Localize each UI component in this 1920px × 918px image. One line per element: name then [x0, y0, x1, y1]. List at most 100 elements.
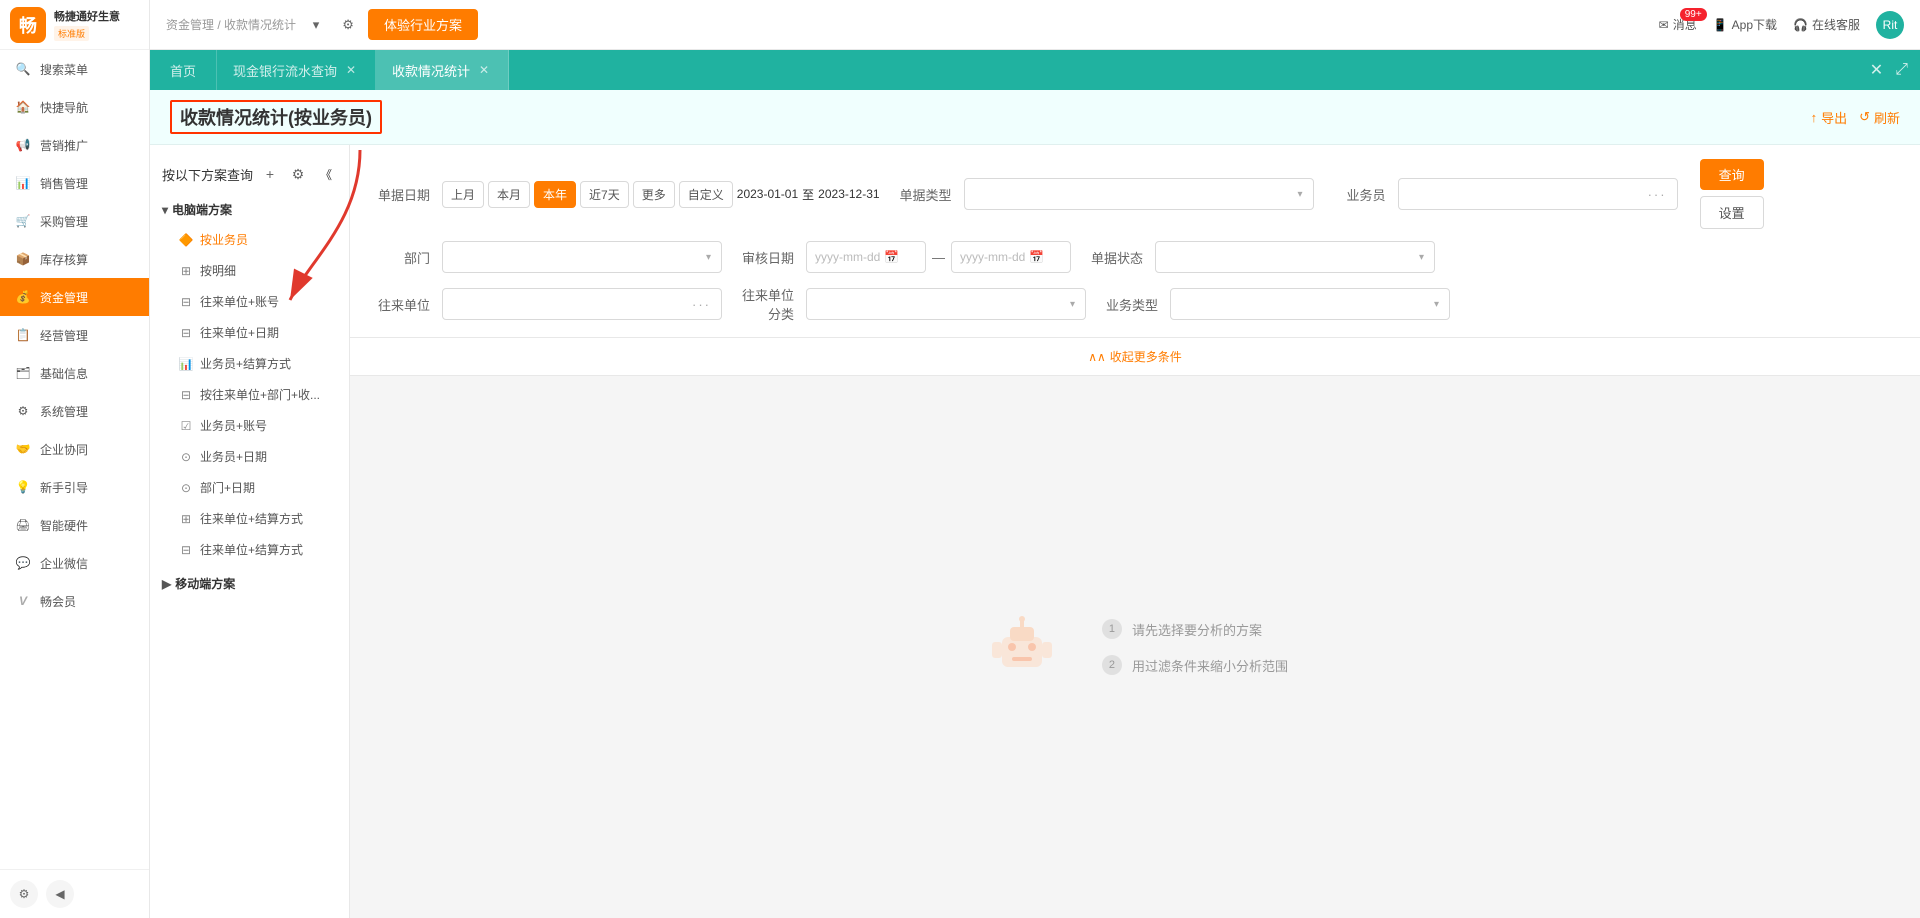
collapse-bar[interactable]: ∧∧ 收起更多条件 [350, 338, 1920, 376]
hint-text-2: 用过滤条件来缩小分析范围 [1132, 656, 1288, 675]
sidebar-item-operation[interactable]: 📋 经营管理 [0, 316, 149, 354]
sidebar-collapse-btn[interactable]: ◀ [46, 880, 74, 908]
expand-btn[interactable]: ⤢ [1895, 61, 1908, 79]
sidebar-item-enterprise[interactable]: 🤝 企业协同 [0, 430, 149, 468]
trial-btn[interactable]: 体验行业方案 [368, 9, 478, 40]
filter-settings-btn[interactable]: 设置 [1700, 196, 1764, 229]
scheme-item-unit-settle1[interactable]: ⊞ 往来单位+结算方式 [150, 503, 349, 534]
scheme-item-unit-settle2[interactable]: ⊟ 往来单位+结算方式 [150, 534, 349, 565]
customer-service-btn[interactable]: 🎧 在线客服 [1793, 16, 1860, 33]
doc-status-arrow-icon: ▾ [1419, 252, 1424, 263]
service-label: 在线客服 [1812, 16, 1860, 33]
review-date-end-input[interactable]: yyyy-mm-dd 📅 [951, 241, 1071, 273]
logo-icon: 畅 [10, 7, 46, 43]
desktop-scheme-group: ▾ 电脑端方案 🔶 按业务员 ⊞ 按明细 ⊟ 往来单位+账号 [150, 195, 349, 565]
desktop-scheme-group-title[interactable]: ▾ 电脑端方案 [150, 195, 349, 224]
query-btn[interactable]: 查询 [1700, 159, 1764, 190]
right-panel: 单据日期 上月 本月 本年 近7天 更多 自定义 2023-01-01 至 [350, 145, 1920, 918]
export-label: 导出 [1821, 108, 1847, 127]
staff-more-icon[interactable]: ··· [1648, 187, 1667, 202]
review-date-start-input[interactable]: yyyy-mm-dd 📅 [806, 241, 926, 273]
app-icon: 📱 [1713, 18, 1728, 32]
add-scheme-btn[interactable]: + [259, 163, 281, 185]
doc-type-label: 单据类型 [892, 185, 952, 204]
scheme-item-unit-account[interactable]: ⊟ 往来单位+账号 [150, 286, 349, 317]
sidebar-item-label-hardware: 智能硬件 [40, 517, 88, 534]
sidebar-settings-btn[interactable]: ⚙ [10, 880, 38, 908]
review-date-start-placeholder: yyyy-mm-dd [815, 250, 880, 264]
hint-item-1: 1 请先选择要分析的方案 [1102, 619, 1262, 639]
scheme-item-staff-settle[interactable]: 📊 业务员+结算方式 [150, 348, 349, 379]
doc-status-select[interactable]: ▾ [1155, 241, 1435, 273]
logo-text-block: 畅捷通好生意 标准版 [54, 8, 120, 41]
sidebar-item-quick-nav[interactable]: 🏠 快捷导航 [0, 88, 149, 126]
sidebar-item-basic[interactable]: 🗂 基础信息 [0, 354, 149, 392]
scheme-item-by-detail[interactable]: ⊞ 按明细 [150, 255, 349, 286]
scheme-label-unit-date: 往来单位+日期 [200, 324, 279, 341]
sidebar-item-marketing[interactable]: 📢 营销推广 [0, 126, 149, 164]
sidebar-item-hardware[interactable]: 🖨 智能硬件 [0, 506, 149, 544]
sidebar-item-purchase[interactable]: 🛒 采购管理 [0, 202, 149, 240]
last-month-btn[interactable]: 上月 [442, 181, 484, 208]
sidebar-item-system[interactable]: ⚙ 系统管理 [0, 392, 149, 430]
more-btn[interactable]: 更多 [633, 181, 675, 208]
mobile-scheme-group-title[interactable]: ▶ 移动端方案 [150, 569, 349, 598]
sidebar-item-label-inventory: 库存核算 [40, 251, 88, 268]
sidebar-item-label-basic: 基础信息 [40, 365, 88, 382]
sidebar-item-search[interactable]: 🔍 搜索菜单 [0, 50, 149, 88]
logo-title: 畅捷通好生意 [54, 8, 120, 24]
scheme-label-by-staff: 按业务员 [200, 231, 248, 248]
sidebar-item-guide[interactable]: 💡 新手引导 [0, 468, 149, 506]
logo-badge: 标准版 [54, 26, 89, 41]
export-btn[interactable]: ↑ 导出 [1811, 108, 1848, 127]
counterpart-cat-select[interactable]: ▾ [806, 288, 1086, 320]
hardware-icon: 🖨 [14, 516, 32, 534]
sidebar-item-finance[interactable]: 💰 资金管理 [0, 278, 149, 316]
this-month-btn[interactable]: 本月 [488, 181, 530, 208]
filter-row-3: 往来单位 ··· 往来单位分类 ▾ 业务类型 ▾ [370, 285, 1900, 323]
dept-label: 部门 [370, 248, 430, 267]
sidebar-item-wechat[interactable]: 💬 企业微信 [0, 544, 149, 582]
scheme-label-unit-settle1: 往来单位+结算方式 [200, 510, 303, 527]
scheme-item-unit-date[interactable]: ⊟ 往来单位+日期 [150, 317, 349, 348]
last-7-btn[interactable]: 近7天 [580, 181, 629, 208]
sidebar-item-sales[interactable]: 📊 销售管理 [0, 164, 149, 202]
refresh-icon: ↺ [1859, 109, 1870, 125]
content-area: 收款情况统计(按业务员) ↑ 导出 ↺ 刷新 按以下方案查询 + [150, 90, 1920, 918]
scheme-item-staff-account[interactable]: ☑ 业务员+账号 [150, 410, 349, 441]
app-download-btn[interactable]: 📱 App下载 [1713, 16, 1777, 33]
sidebar-item-member[interactable]: V 畅会员 [0, 582, 149, 620]
scheme-label-by-detail: 按明细 [200, 262, 236, 279]
export-icon: ↑ [1811, 110, 1818, 125]
staff-select[interactable]: ··· [1398, 178, 1678, 210]
this-year-btn[interactable]: 本年 [534, 181, 576, 208]
tab-receipt-stat-close[interactable]: ✕ [476, 62, 492, 78]
close-all-tabs-btn[interactable]: ✕ [1870, 60, 1883, 80]
counterpart-more-icon[interactable]: ··· [692, 297, 711, 312]
header-gear-btn[interactable]: ⚙ [336, 13, 360, 37]
dept-select[interactable]: ▾ [442, 241, 722, 273]
sidebar-item-inventory[interactable]: 📦 库存核算 [0, 240, 149, 278]
scheme-settings-btn[interactable]: ⚙ [287, 163, 309, 185]
custom-btn[interactable]: 自定义 [679, 181, 733, 208]
scheme-item-dept-date[interactable]: ⊙ 部门+日期 [150, 472, 349, 503]
doc-type-select[interactable]: ▾ [964, 178, 1314, 210]
tab-receipt-stat[interactable]: 收款情况统计 ✕ [376, 50, 509, 90]
scheme-item-staff-date[interactable]: ⊙ 业务员+日期 [150, 441, 349, 472]
biz-type-select[interactable]: ▾ [1170, 288, 1450, 320]
user-avatar[interactable]: Rit [1876, 11, 1904, 39]
scheme-icon-staff-settle: 📊 [178, 356, 194, 372]
scheme-item-unit-dept-collect[interactable]: ⊟ 按往来单位+部门+收... [150, 379, 349, 410]
scheme-label-dept-date: 部门+日期 [200, 479, 255, 496]
tab-home[interactable]: 首页 [150, 50, 217, 90]
refresh-btn[interactable]: ↺ 刷新 [1859, 108, 1900, 127]
breadcrumb-dropdown-btn[interactable]: ▾ [304, 13, 328, 37]
tab-bank-flow-close[interactable]: ✕ [343, 62, 359, 78]
message-btn[interactable]: ✉ 消息 99+ [1659, 16, 1697, 33]
tab-bank-flow[interactable]: 现金银行流水查询 ✕ [217, 50, 376, 90]
collapse-panel-btn[interactable]: 《 [315, 163, 337, 185]
counterpart-select[interactable]: ··· [442, 288, 722, 320]
scheme-item-by-staff[interactable]: 🔶 按业务员 [150, 224, 349, 255]
hint-text-1: 请先选择要分析的方案 [1132, 620, 1262, 639]
desktop-scheme-label: 电脑端方案 [172, 201, 232, 218]
